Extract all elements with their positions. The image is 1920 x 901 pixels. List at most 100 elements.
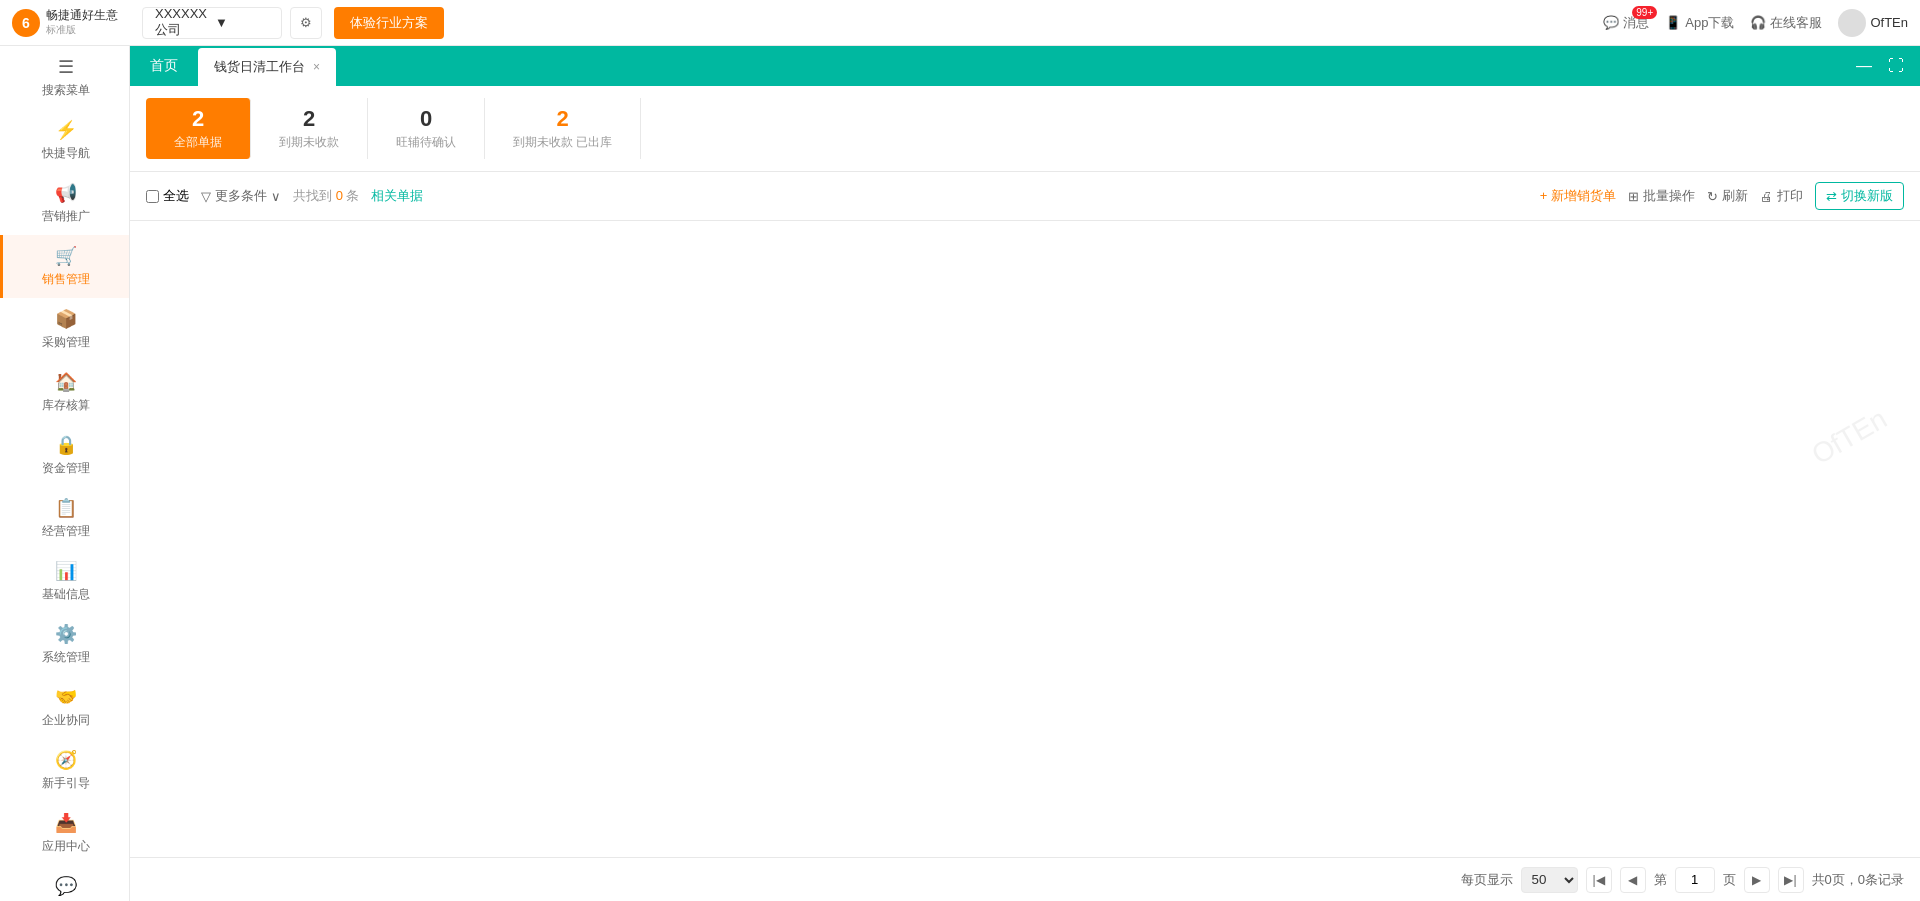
sidebar-item-basic-info[interactable]: 📊 基础信息 — [0, 550, 129, 613]
tab-minimize-button[interactable]: — — [1852, 54, 1876, 78]
sidebar-label-enterprise: 企业协同 — [42, 712, 90, 729]
watermark: OfTEn — [1806, 403, 1892, 471]
stat-number-shipped: 2 — [513, 106, 612, 132]
tab-current-label: 钱货日清工作台 — [214, 58, 305, 76]
purchase-icon: 📦 — [55, 308, 77, 330]
page-suffix: 页 — [1723, 871, 1736, 889]
page-size-select[interactable]: 50 100 200 — [1521, 867, 1578, 893]
right-panel: 首页 钱货日清工作台 × — ⛶ 2 全部单据 — [130, 46, 1920, 901]
sidebar-item-wechat[interactable]: 💬 企业微信 — [0, 865, 129, 901]
select-all-label: 全选 — [163, 187, 189, 205]
online-service-item[interactable]: 🎧 在线客服 — [1750, 14, 1822, 32]
related-link[interactable]: 相关单据 — [371, 187, 423, 205]
minimize-icon: — — [1856, 57, 1872, 75]
stat-label-shipped: 到期未收款 已出库 — [513, 134, 612, 151]
app-download-item[interactable]: 📱 App下载 — [1665, 14, 1734, 32]
stat-label-overdue: 到期未收款 — [279, 134, 339, 151]
stat-label-all: 全部单据 — [174, 134, 222, 151]
settings-button[interactable]: ⚙ — [290, 7, 322, 39]
stat-number-overdue: 2 — [279, 106, 339, 132]
sidebar-item-operations[interactable]: 📋 经营管理 — [0, 487, 129, 550]
sidebar-label-system: 系统管理 — [42, 649, 90, 666]
sidebar-label-quick-nav: 快捷导航 — [42, 145, 90, 162]
pagination: 每页显示 50 100 200 |◀ ◀ 第 页 ▶ ▶| 共0页，0条记录 — [130, 857, 1920, 901]
download-icon: 📱 — [1665, 15, 1681, 30]
sidebar-item-quick-nav[interactable]: ⚡ 快捷导航 — [0, 109, 129, 172]
next-page-button[interactable]: ▶ — [1744, 867, 1770, 893]
avatar-item[interactable]: OfTEn — [1838, 9, 1908, 37]
tab-home[interactable]: 首页 — [130, 46, 198, 86]
table-area: OfTEn — [130, 221, 1920, 857]
first-page-button[interactable]: |◀ — [1586, 867, 1612, 893]
stat-card-shipped[interactable]: 2 到期未收款 已出库 — [485, 98, 641, 159]
top-nav-right: 💬 消息 99+ 📱 App下载 🎧 在线客服 OfTEn — [1603, 9, 1908, 37]
refresh-button[interactable]: ↻ 刷新 — [1707, 187, 1748, 205]
message-nav-item[interactable]: 💬 消息 99+ — [1603, 14, 1649, 32]
print-icon: 🖨 — [1760, 189, 1773, 204]
sidebar-item-purchase[interactable]: 📦 采购管理 — [0, 298, 129, 361]
stat-label-pending: 旺辅待确认 — [396, 134, 456, 151]
avatar-name: OfTEn — [1870, 15, 1908, 30]
stat-card-overdue[interactable]: 2 到期未收款 — [251, 98, 368, 159]
switch-version-button[interactable]: ⇄ 切换新版 — [1815, 182, 1904, 210]
refresh-icon: ↻ — [1707, 189, 1718, 204]
wechat-icon: 💬 — [55, 875, 77, 897]
add-sale-button[interactable]: + 新增销货单 — [1540, 187, 1616, 205]
stat-number-pending: 0 — [396, 106, 456, 132]
top-navbar: 6 畅捷通好生意 标准版 XXXXXX公司 ▼ ⚙ 体验行业方案 💬 消息 99… — [0, 0, 1920, 46]
stat-card-pending[interactable]: 0 旺辅待确认 — [368, 98, 485, 159]
company-name: XXXXXX公司 — [155, 6, 209, 39]
sidebar-label-basic-info: 基础信息 — [42, 586, 90, 603]
tab-current[interactable]: 钱货日清工作台 × — [198, 48, 336, 86]
sidebar-item-marketing[interactable]: 📢 营销推广 — [0, 172, 129, 235]
filter-button[interactable]: ▽ 更多条件 ∨ — [201, 187, 281, 205]
toolbar-right: + 新增销货单 ⊞ 批量操作 ↻ 刷新 🖨 打印 ⇄ — [1540, 182, 1904, 210]
app-edition: 标准版 — [46, 23, 118, 37]
sidebar-label-purchase: 采购管理 — [42, 334, 90, 351]
sidebar-item-sales[interactable]: 🛒 销售管理 — [0, 235, 129, 298]
stat-number-all: 2 — [174, 106, 222, 132]
company-selector[interactable]: XXXXXX公司 ▼ — [142, 7, 282, 39]
chevron-down-icon: ▼ — [215, 15, 269, 30]
basic-info-icon: 📊 — [55, 560, 77, 582]
tab-close-icon[interactable]: × — [313, 60, 320, 74]
found-unit: 条 — [346, 188, 359, 203]
marketing-icon: 📢 — [55, 182, 77, 204]
quick-nav-icon: ⚡ — [55, 119, 77, 141]
select-all-checkbox[interactable]: 全选 — [146, 187, 189, 205]
app-download-label: App下载 — [1685, 14, 1734, 32]
sidebar-label-marketing: 营销推广 — [42, 208, 90, 225]
found-count: 0 — [336, 188, 343, 203]
print-label: 打印 — [1777, 187, 1803, 205]
tab-bar-actions: — ⛶ — [1852, 54, 1920, 78]
page-number-input[interactable] — [1675, 867, 1715, 893]
sidebar-item-newbie[interactable]: 🧭 新手引导 — [0, 739, 129, 802]
prev-page-button[interactable]: ◀ — [1620, 867, 1646, 893]
newbie-icon: 🧭 — [55, 749, 77, 771]
sidebar-item-enterprise[interactable]: 🤝 企业协同 — [0, 676, 129, 739]
print-button[interactable]: 🖨 打印 — [1760, 187, 1803, 205]
select-all-input[interactable] — [146, 190, 159, 203]
avatar — [1838, 9, 1866, 37]
finance-icon: 🔒 — [55, 434, 77, 456]
sidebar-item-inventory[interactable]: 🏠 库存核算 — [0, 361, 129, 424]
sidebar-item-system[interactable]: ⚙️ 系统管理 — [0, 613, 129, 676]
last-page-button[interactable]: ▶| — [1778, 867, 1804, 893]
switch-icon: ⇄ — [1826, 189, 1837, 204]
sidebar-label-operations: 经营管理 — [42, 523, 90, 540]
stat-card-all[interactable]: 2 全部单据 — [146, 98, 251, 159]
gear-icon: ⚙ — [300, 15, 312, 30]
sidebar-label-app-center: 应用中心 — [42, 838, 90, 855]
found-prefix: 共找到 — [293, 188, 332, 203]
sidebar-item-app-center[interactable]: 📥 应用中心 — [0, 802, 129, 865]
filter-label: 更多条件 — [215, 187, 267, 205]
sidebar: ☰ 搜索菜单 ⚡ 快捷导航 📢 营销推广 🛒 销售管理 📦 采购管理 🏠 库存核… — [0, 46, 130, 901]
found-text: 共找到 0 条 — [293, 187, 359, 205]
sidebar-item-search[interactable]: ☰ 搜索菜单 — [0, 46, 129, 109]
trial-button[interactable]: 体验行业方案 — [334, 7, 444, 39]
sidebar-item-finance[interactable]: 🔒 资金管理 — [0, 424, 129, 487]
batch-operation-button[interactable]: ⊞ 批量操作 — [1628, 187, 1695, 205]
system-icon: ⚙️ — [55, 623, 77, 645]
tab-maximize-button[interactable]: ⛶ — [1884, 54, 1908, 78]
sidebar-label-search: 搜索菜单 — [42, 82, 90, 99]
